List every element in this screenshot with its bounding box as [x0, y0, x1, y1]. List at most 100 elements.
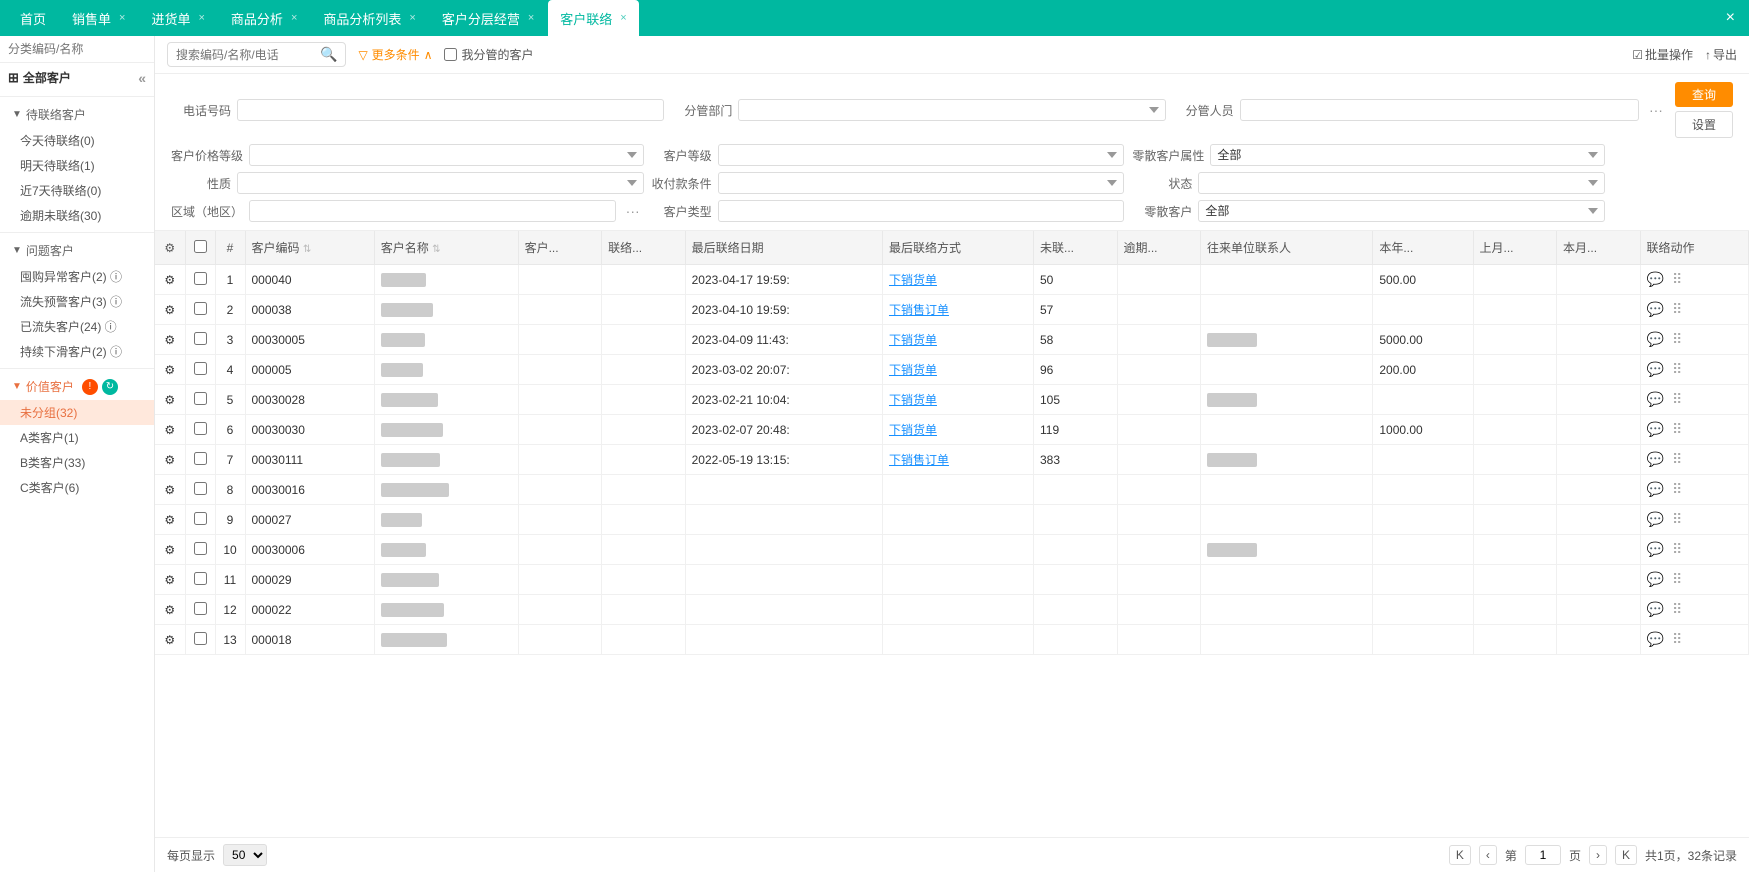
menu-icon[interactable]: ⠿	[1672, 511, 1682, 528]
menu-icon[interactable]: ⠿	[1672, 271, 1682, 288]
contact-method-link[interactable]: 下销售订单	[889, 303, 949, 317]
next-page-button[interactable]: ›	[1589, 845, 1607, 865]
sidebar-item-class-c[interactable]: C类客户(6)	[0, 475, 154, 500]
price-level-select[interactable]	[249, 144, 644, 166]
sidebar-item-tomorrow[interactable]: 明天待联络(1)	[0, 153, 154, 178]
row-checkbox[interactable]	[194, 452, 207, 465]
nav-customer-contact[interactable]: 客户联络 ×	[548, 0, 638, 36]
row-checkbox[interactable]	[194, 572, 207, 585]
menu-icon[interactable]: ⠿	[1672, 331, 1682, 348]
nav-sales[interactable]: 销售单 ×	[60, 0, 137, 36]
chat-icon[interactable]: 💬	[1647, 331, 1664, 348]
close-segment-icon[interactable]: ×	[528, 12, 534, 24]
settings-cell[interactable]: ⚙	[155, 295, 185, 325]
customer-type-input[interactable]	[718, 200, 1125, 222]
menu-icon[interactable]: ⠿	[1672, 301, 1682, 318]
payment-select[interactable]	[718, 172, 1125, 194]
first-page-button[interactable]: K	[1449, 845, 1471, 865]
settings-cell[interactable]: ⚙	[155, 595, 185, 625]
menu-icon[interactable]: ⠿	[1672, 391, 1682, 408]
settings-cell[interactable]: ⚙	[155, 565, 185, 595]
row-checkbox[interactable]	[194, 602, 207, 615]
settings-cell[interactable]: ⚙	[155, 445, 185, 475]
contact-method-link[interactable]: 下销售订单	[889, 453, 949, 467]
value-customer-group[interactable]: ▼ 价值客户 ! ↻	[0, 373, 154, 400]
retail-customer-select[interactable]: 全部	[1198, 200, 1605, 222]
sidebar-item-class-a[interactable]: A类客户(1)	[0, 425, 154, 450]
close-analysis-icon[interactable]: ×	[291, 12, 297, 24]
chat-icon[interactable]: 💬	[1647, 541, 1664, 558]
menu-icon[interactable]: ⠿	[1672, 601, 1682, 618]
row-checkbox[interactable]	[194, 362, 207, 375]
settings-cell[interactable]: ⚙	[155, 265, 185, 295]
sidebar-item-churned[interactable]: 已流失客户(24) ⓘ	[0, 314, 154, 339]
phone-input[interactable]	[237, 99, 664, 121]
settings-cell[interactable]: ⚙	[155, 325, 185, 355]
chat-icon[interactable]: 💬	[1647, 361, 1664, 378]
nav-customer-segment[interactable]: 客户分层经营 ×	[430, 0, 546, 36]
contact-method-link[interactable]: 下销货单	[889, 273, 937, 287]
checkbox-cell[interactable]	[185, 385, 215, 415]
settings-cell[interactable]: ⚙	[155, 625, 185, 655]
nav-home[interactable]: 首页	[8, 0, 58, 36]
nav-purchase[interactable]: 进货单 ×	[139, 0, 216, 36]
collapse-sidebar-icon[interactable]: «	[138, 70, 146, 86]
menu-icon[interactable]: ⠿	[1672, 451, 1682, 468]
chat-icon[interactable]: 💬	[1647, 301, 1664, 318]
settings-cell[interactable]: ⚙	[155, 415, 185, 445]
retail-attr-select[interactable]: 全部	[1210, 144, 1605, 166]
status-select[interactable]	[1198, 172, 1605, 194]
manager-ellipsis[interactable]: ···	[1645, 102, 1667, 118]
chat-icon[interactable]: 💬	[1647, 571, 1664, 588]
contact-method-link[interactable]: 下销货单	[889, 423, 937, 437]
menu-icon[interactable]: ⠿	[1672, 421, 1682, 438]
chat-icon[interactable]: 💬	[1647, 391, 1664, 408]
close-sales-icon[interactable]: ×	[119, 12, 125, 24]
search-input[interactable]	[176, 48, 316, 62]
sidebar-search-input[interactable]	[8, 42, 155, 56]
row-checkbox[interactable]	[194, 272, 207, 285]
my-customer-checkbox[interactable]: 我分管的客户	[444, 46, 533, 63]
sidebar-item-hoarding[interactable]: 囤购异常客户(2) ⓘ	[0, 264, 154, 289]
checkbox-cell[interactable]	[185, 295, 215, 325]
settings-cell[interactable]: ⚙	[155, 355, 185, 385]
row-checkbox[interactable]	[194, 392, 207, 405]
row-checkbox[interactable]	[194, 542, 207, 555]
prev-page-button[interactable]: ‹	[1479, 845, 1497, 865]
menu-icon[interactable]: ⠿	[1672, 631, 1682, 648]
contact-method-link[interactable]: 下销货单	[889, 333, 937, 347]
sort-name-icon[interactable]: ⇅	[432, 244, 440, 255]
close-all-button[interactable]: ×	[1720, 9, 1741, 27]
sidebar-item-overdue[interactable]: 逾期未联络(30)	[0, 203, 154, 228]
checkbox-cell[interactable]	[185, 505, 215, 535]
close-purchase-icon[interactable]: ×	[198, 12, 204, 24]
menu-icon[interactable]: ⠿	[1672, 571, 1682, 588]
batch-ops-button[interactable]: ☑ 批量操作	[1632, 46, 1693, 63]
region-input[interactable]	[249, 200, 616, 222]
checkbox-cell[interactable]	[185, 325, 215, 355]
all-customers-header[interactable]: ⊞ 全部客户 «	[0, 63, 154, 92]
chat-icon[interactable]: 💬	[1647, 511, 1664, 528]
sidebar-item-declining[interactable]: 持续下滑客户(2) ⓘ	[0, 339, 154, 364]
contact-method-link[interactable]: 下销货单	[889, 363, 937, 377]
chat-icon[interactable]: 💬	[1647, 601, 1664, 618]
sidebar-item-7days[interactable]: 近7天待联络(0)	[0, 178, 154, 203]
dept-select[interactable]	[738, 99, 1165, 121]
export-button[interactable]: ↑ 导出	[1705, 46, 1737, 63]
sidebar-item-churn-warning[interactable]: 流失预警客户(3) ⓘ	[0, 289, 154, 314]
sidebar-item-today[interactable]: 今天待联络(0)	[0, 128, 154, 153]
close-analysis-list-icon[interactable]: ×	[409, 12, 415, 24]
sidebar-item-class-b[interactable]: B类客户(33)	[0, 450, 154, 475]
reset-button[interactable]: 设置	[1675, 111, 1733, 138]
settings-cell[interactable]: ⚙	[155, 505, 185, 535]
row-checkbox[interactable]	[194, 332, 207, 345]
chat-icon[interactable]: 💬	[1647, 421, 1664, 438]
checkbox-cell[interactable]	[185, 415, 215, 445]
search-icon[interactable]: 🔍	[320, 46, 337, 63]
row-checkbox[interactable]	[194, 482, 207, 495]
checkbox-cell[interactable]	[185, 565, 215, 595]
row-checkbox[interactable]	[194, 302, 207, 315]
customer-level-select[interactable]	[718, 144, 1125, 166]
row-checkbox[interactable]	[194, 422, 207, 435]
nav-product-analysis-list[interactable]: 商品分析列表 ×	[311, 0, 427, 36]
